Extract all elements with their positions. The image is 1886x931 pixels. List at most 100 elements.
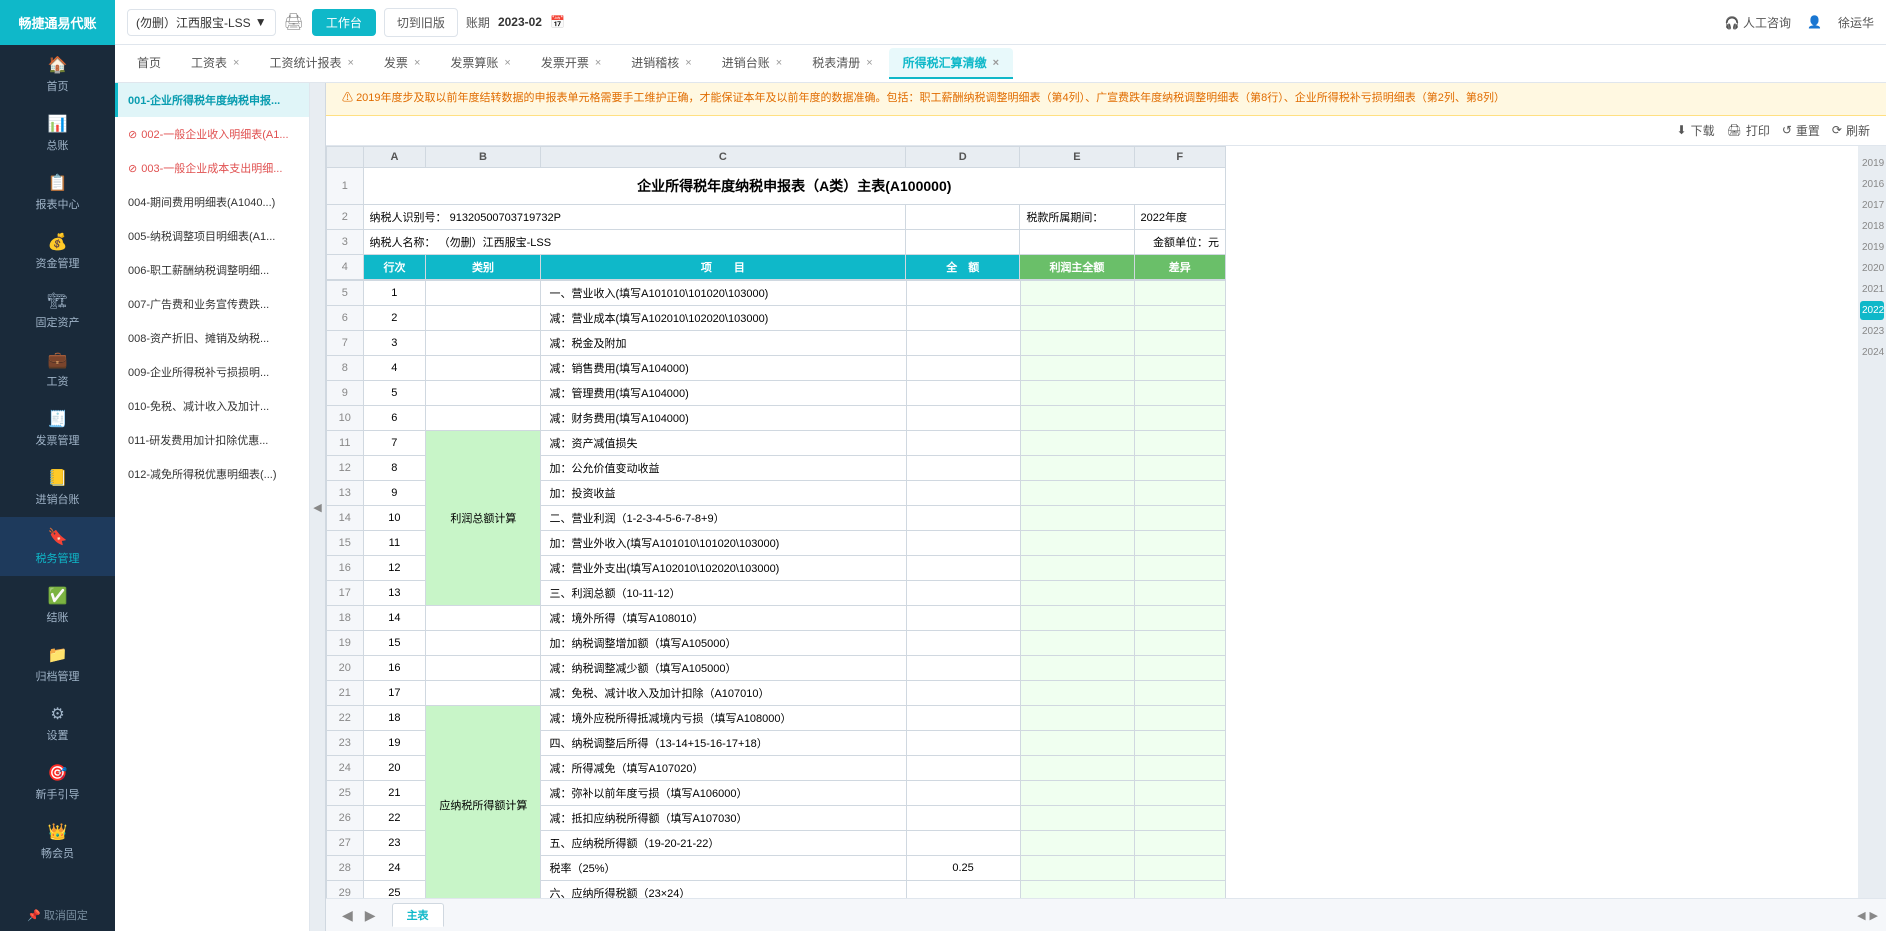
tab-label: 税表清册 <box>812 54 860 71</box>
print-button[interactable]: 🖨 打印 <box>1727 122 1770 139</box>
sidebar-item-close[interactable]: ✅结账 <box>0 576 115 635</box>
sidebar-item-ledger[interactable]: 📊总账 <box>0 104 115 163</box>
home-icon: 🏠 <box>48 55 68 75</box>
nav-tab-工资表[interactable]: 工资表× <box>177 48 253 79</box>
next-sheet-button[interactable]: ▶ <box>361 905 380 926</box>
left-panel-item-001[interactable]: 001-企业所得税年度纳税申报... <box>115 83 309 117</box>
nav-tab-所得税汇算清缴[interactable]: 所得税汇算清缴× <box>889 48 1013 79</box>
left-panel-item-006[interactable]: 006-职工薪酬纳税调整明细... <box>115 253 309 287</box>
tab-close-icon[interactable]: × <box>347 57 353 69</box>
timeline-item-2023[interactable]: 2023 <box>1860 322 1884 341</box>
col-header-F: F <box>1134 146 1225 167</box>
left-panel-item-012[interactable]: 012-减免所得税优惠明细表(...) <box>115 457 309 491</box>
nav-tab-发票开票[interactable]: 发票开票× <box>527 48 615 79</box>
category-cell-taxable: 应纳税所得额计算 <box>426 705 541 898</box>
sidebar-item-salary[interactable]: 💼工资 <box>0 340 115 399</box>
panel-item-label: 010-免税、减计收入及加计... <box>128 401 269 413</box>
col-header-C: C <box>540 146 906 167</box>
tab-close-icon[interactable]: × <box>414 57 420 69</box>
sidebar-item-reports[interactable]: 📋报表中心 <box>0 163 115 222</box>
table-row: 2016减：纳税调整减少额（填写A105000） <box>327 655 1226 680</box>
scroll-right-icon[interactable]: ▶ <box>1870 909 1878 922</box>
timeline-item-2016[interactable]: 2016 <box>1860 175 1884 194</box>
nav-tab-税表清册[interactable]: 税表清册 × <box>798 48 886 79</box>
tab-close-icon[interactable]: × <box>866 57 872 69</box>
left-panel-item-010[interactable]: 010-免税、减计收入及加计... <box>115 389 309 423</box>
scroll-left-icon[interactable]: ◀ <box>1857 909 1865 922</box>
timeline-item-2020[interactable]: 2020 <box>1860 259 1884 278</box>
timeline-item-2019[interactable]: 2019 <box>1860 238 1884 257</box>
sheet-tab-主表[interactable]: 主表 <box>392 903 444 927</box>
table-row: 73减：税金及附加 <box>327 330 1226 355</box>
sidebar-item-guide[interactable]: 🎯新手引导 <box>0 753 115 812</box>
sidebar-item-archive[interactable]: 📁归档管理 <box>0 635 115 694</box>
tab-close-icon[interactable]: × <box>233 57 239 69</box>
left-panel-item-003[interactable]: ⊘003-一般企业成本支出明细... <box>115 151 309 185</box>
sidebar-item-member[interactable]: 👑畅会员 <box>0 812 115 871</box>
tab-close-icon[interactable]: × <box>993 57 999 69</box>
left-panel-item-007[interactable]: 007-广告费和业务宣传费跌... <box>115 287 309 321</box>
sidebar-item-funds[interactable]: 💰资金管理 <box>0 222 115 281</box>
timeline-item-2019[interactable]: 2019 <box>1860 154 1884 173</box>
tab-close-icon[interactable]: × <box>685 57 691 69</box>
left-panel-item-002[interactable]: ⊘002-一般企业收入明细表(A1... <box>115 117 309 151</box>
sidebar-item-settings[interactable]: ⚙设置 <box>0 694 115 753</box>
sheet-nav: ◀ ▶ <box>334 905 384 926</box>
timeline-item-2018[interactable]: 2018 <box>1860 217 1884 236</box>
table-row: 95减：管理费用(填写A104000) <box>327 380 1226 405</box>
workstation-button[interactable]: 工作台 <box>312 9 376 36</box>
sheet-area[interactable]: A B C D E F 1 企业所 <box>326 146 1858 898</box>
purchase-icon: 📒 <box>48 468 68 488</box>
archive-icon: 📁 <box>48 645 68 665</box>
nav-tab-首页[interactable]: 首页 <box>123 48 175 79</box>
settings-icon: ⚙ <box>50 704 64 724</box>
timeline-item-2022[interactable]: 2022 <box>1860 301 1884 320</box>
unpin-button[interactable]: 📌 取消固定 <box>0 899 115 931</box>
left-panel-item-004[interactable]: 004-期间费用明细表(A1040...) <box>115 185 309 219</box>
calendar-icon[interactable]: 📅 <box>550 15 565 29</box>
reset-button[interactable]: ↺ 重置 <box>1782 122 1820 139</box>
panel-item-label: 009-企业所得税补亏损损明... <box>128 367 269 379</box>
sidebar-item-purchase[interactable]: 📒进销台账 <box>0 458 115 517</box>
sidebar-item-home[interactable]: 🏠首页 <box>0 45 115 104</box>
nav-tab-工资统计报表[interactable]: 工资统计报表× <box>255 48 367 79</box>
print-icon: 🖨 <box>1727 123 1742 137</box>
tab-close-icon[interactable]: × <box>595 57 601 69</box>
download-button[interactable]: ⬇ 下载 <box>1677 122 1715 139</box>
sidebar-label-assets: 固定资产 <box>36 314 80 330</box>
prev-sheet-button[interactable]: ◀ <box>338 905 357 926</box>
table-row: 2218应纳税所得额计算减：境外应税所得抵减境内亏损（填写A108000） <box>327 705 1226 730</box>
left-panel-item-005[interactable]: 005-纳税调整项目明细表(A1... <box>115 219 309 253</box>
timeline-item-2017[interactable]: 2017 <box>1860 196 1884 215</box>
unpin-icon: 📌 <box>27 910 41 922</box>
left-panel-item-008[interactable]: 008-资产折旧、摊销及纳税... <box>115 321 309 355</box>
nav-tab-进销台账[interactable]: 进销台账× <box>708 48 796 79</box>
col-header-E: E <box>1020 146 1134 167</box>
nav-tab-进销稽核[interactable]: 进销稽核× <box>617 48 705 79</box>
table-row: 1814减：境外所得（填写A108010） <box>327 605 1226 630</box>
user-service[interactable]: 🎧 人工咨询 <box>1725 14 1791 31</box>
switch-version-button[interactable]: 切到旧版 <box>384 8 458 37</box>
ledger-icon: 📊 <box>48 114 68 134</box>
company-selector[interactable]: (勿删）江西服宝-LSS ▼ <box>127 9 276 36</box>
left-panel-item-009[interactable]: 009-企业所得税补亏损损明... <box>115 355 309 389</box>
nav-tab-发票[interactable]: 发票× <box>370 48 434 79</box>
sidebar-item-tax[interactable]: 🔖税务管理 <box>0 517 115 576</box>
taxpayer-name-label: 纳税人名称： <box>370 237 436 249</box>
refresh-button[interactable]: ⟳ 刷新 <box>1832 122 1870 139</box>
member-icon: 👑 <box>48 822 68 842</box>
left-panel-item-011[interactable]: 011-研发费用加计扣除优惠... <box>115 423 309 457</box>
table-row: 2117减：免税、减计收入及加计扣除（A107010） <box>327 680 1226 705</box>
tab-close-icon[interactable]: × <box>504 57 510 69</box>
timeline-item-2021[interactable]: 2021 <box>1860 280 1884 299</box>
sidebar-item-invoice[interactable]: 🧾发票管理 <box>0 399 115 458</box>
nav-tab-发票算账[interactable]: 发票算账× <box>436 48 524 79</box>
toolbar: ⬇ 下载 🖨 打印 ↺ 重置 ⟳ 刷新 <box>326 116 1886 146</box>
salary-icon: 💼 <box>48 350 68 370</box>
sidebar-item-assets[interactable]: 🏗 固定资产 <box>0 281 115 340</box>
collapse-panel-button[interactable]: ◀ <box>310 83 326 931</box>
tab-close-icon[interactable]: × <box>776 57 782 69</box>
timeline-item-2024[interactable]: 2024 <box>1860 343 1884 362</box>
col-header-quane: 全 额 <box>906 254 1020 279</box>
assets-icon: 🏗 <box>47 291 67 311</box>
